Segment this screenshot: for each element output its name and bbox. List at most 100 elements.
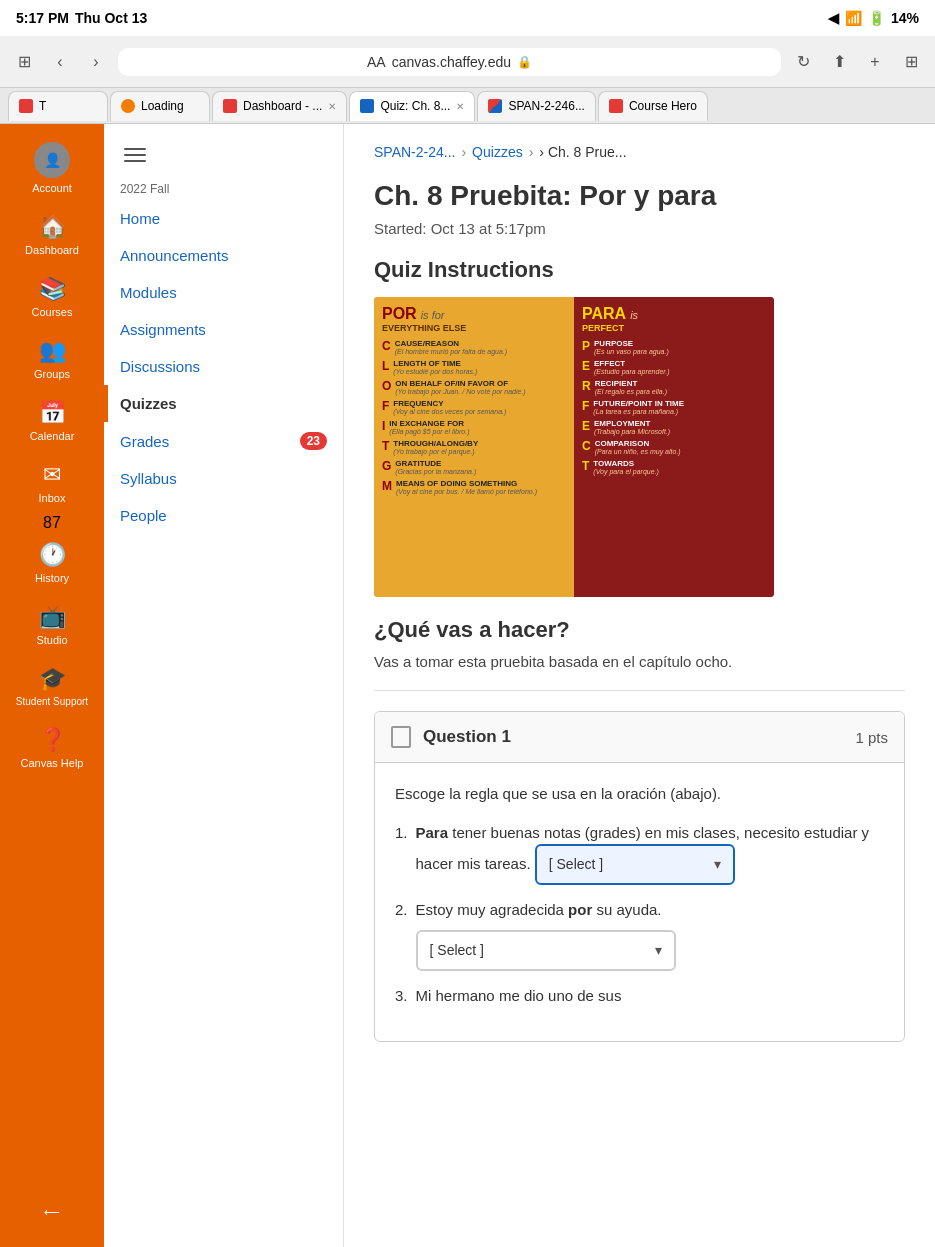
nav-history-wrap: 🕐 History [0,532,104,594]
nav-inbox-wrap: ✉ Inbox 87 [0,452,104,532]
lock-icon: 🔒 [517,55,532,69]
sidebar-toggle-button[interactable]: ⊞ [10,48,38,76]
nav-history-label: History [35,572,69,584]
por-item-m: MMEANS OF DOING SOMETHING(Voy al cine po… [382,479,566,495]
breadcrumb-chevron: › [539,144,544,160]
question-1-body: Escoge la regla que se usa en la oración… [375,763,904,1041]
battery-level: 14% [891,10,919,26]
breadcrumb-section[interactable]: Quizzes [472,144,523,160]
nav-canvas-help-wrap: ❓ Canvas Help [0,717,104,779]
por-item-o: OON BEHALF OF/IN FAVOR OF(Yo trabajo por… [382,379,566,395]
tab-label-1: T [39,99,46,113]
breadcrumb-sep1: › [461,144,466,160]
canvas-nav: 👤 Account 🏠 Dashboard 📚 Courses 👥 Groups [0,124,104,1247]
tabs-bar: T Loading Dashboard - ... ✕ Quiz: Ch. 8.… [0,88,935,124]
nav-calendar[interactable]: 📅 Calendar [0,390,104,452]
nav-student-support[interactable]: 🎓 Student Support [0,656,104,717]
sidebar-nav-quizzes[interactable]: Quizzes [104,385,343,422]
nav-dashboard-wrap: 🏠 Dashboard [0,204,104,266]
canvas-help-icon: ❓ [39,727,66,753]
back-button[interactable]: ‹ [46,48,74,76]
tab-coursehero[interactable]: Course Hero [598,91,708,121]
nav-student-support-label: Student Support [16,696,88,707]
tab-grid-button[interactable]: ⊞ [897,48,925,76]
sidebar-nav-discussions[interactable]: Discussions [104,348,343,385]
studio-icon: 📺 [39,604,66,630]
tab-span[interactable]: SPAN-2-246... [477,91,595,121]
answer-2-select-arrow: ▾ [655,940,662,961]
tab-favicon-loading [121,99,135,113]
nav-courses[interactable]: 📚 Courses [0,266,104,328]
grades-badge: 23 [300,432,327,450]
answer-3-num: 3. [395,985,408,1008]
sidebar-nav-modules[interactable]: Modules [104,274,343,311]
nav-inbox[interactable]: ✉ Inbox [0,452,104,514]
sidebar-nav-home[interactable]: Home [104,200,343,237]
nav-studio[interactable]: 📺 Studio [0,594,104,656]
question-1-container: Question 1 1 pts Escoge la regla que se … [374,711,905,1042]
tab-favicon-span [488,99,502,113]
nav-groups-wrap: 👥 Groups [0,328,104,390]
nav-history[interactable]: 🕐 History [0,532,104,594]
tab-close-quiz[interactable]: ✕ [456,101,464,112]
nav-groups[interactable]: 👥 Groups [0,328,104,390]
nav-student-support-wrap: 🎓 Student Support [0,656,104,717]
por-item-l: LLENGTH OF TIME(Yo estudié por dos horas… [382,359,566,375]
tab-loading[interactable]: Loading [110,91,210,121]
nav-dashboard-label: Dashboard [25,244,79,256]
nav-collapse[interactable]: ⟵ [0,1196,104,1229]
content-area: 2022 Fall Home Announcements Modules Ass… [104,124,935,1247]
status-bar: 5:17 PM Thu Oct 13 ◀ 📶 🔋 14% [0,0,935,36]
tab-1[interactable]: T [8,91,108,121]
answer-2-text-1: Estoy muy agradecida [416,901,569,918]
tab-favicon-dashboard [223,99,237,113]
share-button[interactable]: ⬆ [825,48,853,76]
question-1-text: Escoge la regla que se usa en la oración… [395,783,884,806]
question-1-number: Question 1 [423,727,511,747]
tab-dashboard[interactable]: Dashboard - ... ✕ [212,91,347,121]
para-item-f: FFUTURE/POINT IN TIME(La tarea es para m… [582,399,766,415]
question-1-header-left: Question 1 [391,726,511,748]
tab-label-quiz: Quiz: Ch. 8... [380,99,450,113]
nav-dashboard[interactable]: 🏠 Dashboard [0,204,104,266]
nav-studio-label: Studio [36,634,67,646]
nav-canvas-help[interactable]: ❓ Canvas Help [0,717,104,779]
course-sidebar: 2022 Fall Home Announcements Modules Ass… [104,124,344,1247]
nav-account[interactable]: 👤 Account [0,132,104,204]
question-bookmark[interactable] [391,726,411,748]
answer-2-num: 2. [395,899,408,971]
answer-2-text-2: su ayuda. [592,901,661,918]
answer-1-content: 1. Para tener buenas notas (grades) en m… [395,822,884,886]
sidebar-nav-announcements[interactable]: Announcements [104,237,343,274]
nav-groups-label: Groups [34,368,70,380]
nav-calendar-wrap: 📅 Calendar [0,390,104,452]
tab-close-dashboard[interactable]: ✕ [328,101,336,112]
tab-quiz[interactable]: Quiz: Ch. 8... ✕ [349,91,475,121]
sidebar-nav-syllabus[interactable]: Syllabus [104,460,343,497]
answer-1-select[interactable]: [ Select ] ▾ [535,844,735,885]
tab-label-loading: Loading [141,99,184,113]
forward-button[interactable]: › [82,48,110,76]
hamburger-menu[interactable] [116,140,154,170]
para-item-r: RRECIPIENT(El regalo es para ella.) [582,379,766,395]
sidebar-nav-assignments[interactable]: Assignments [104,311,343,348]
course-nav: 2022 Fall Home Announcements Modules Ass… [104,182,343,534]
question-1-header: Question 1 1 pts [375,712,904,763]
new-tab-button[interactable]: + [861,48,889,76]
answer-1: 1. Para tener buenas notas (grades) en m… [395,822,884,886]
para-is: is [630,309,638,321]
quiz-title: Ch. 8 Pruebita: Por y para [374,180,905,212]
answer-1-select-arrow: ▾ [714,854,721,875]
sidebar-nav-people[interactable]: People [104,497,343,534]
reload-button[interactable]: ↻ [789,48,817,76]
breadcrumb: SPAN-2-24... › Quizzes › › Ch. 8 Prue... [374,144,905,168]
sidebar-nav-grades[interactable]: Grades 23 [104,422,343,460]
wifi-icon: 📶 [845,10,862,26]
tab-favicon-coursehero [609,99,623,113]
address-bar[interactable]: AA canvas.chaffey.edu 🔒 [118,48,781,76]
answer-2-select-label: [ Select ] [430,940,484,961]
por-is-for: is for [421,309,445,321]
breadcrumb-course[interactable]: SPAN-2-24... [374,144,455,160]
answer-2-select[interactable]: [ Select ] ▾ [416,930,676,971]
quiz-description: Vas a tomar esta pruebita basada en el c… [374,653,905,691]
